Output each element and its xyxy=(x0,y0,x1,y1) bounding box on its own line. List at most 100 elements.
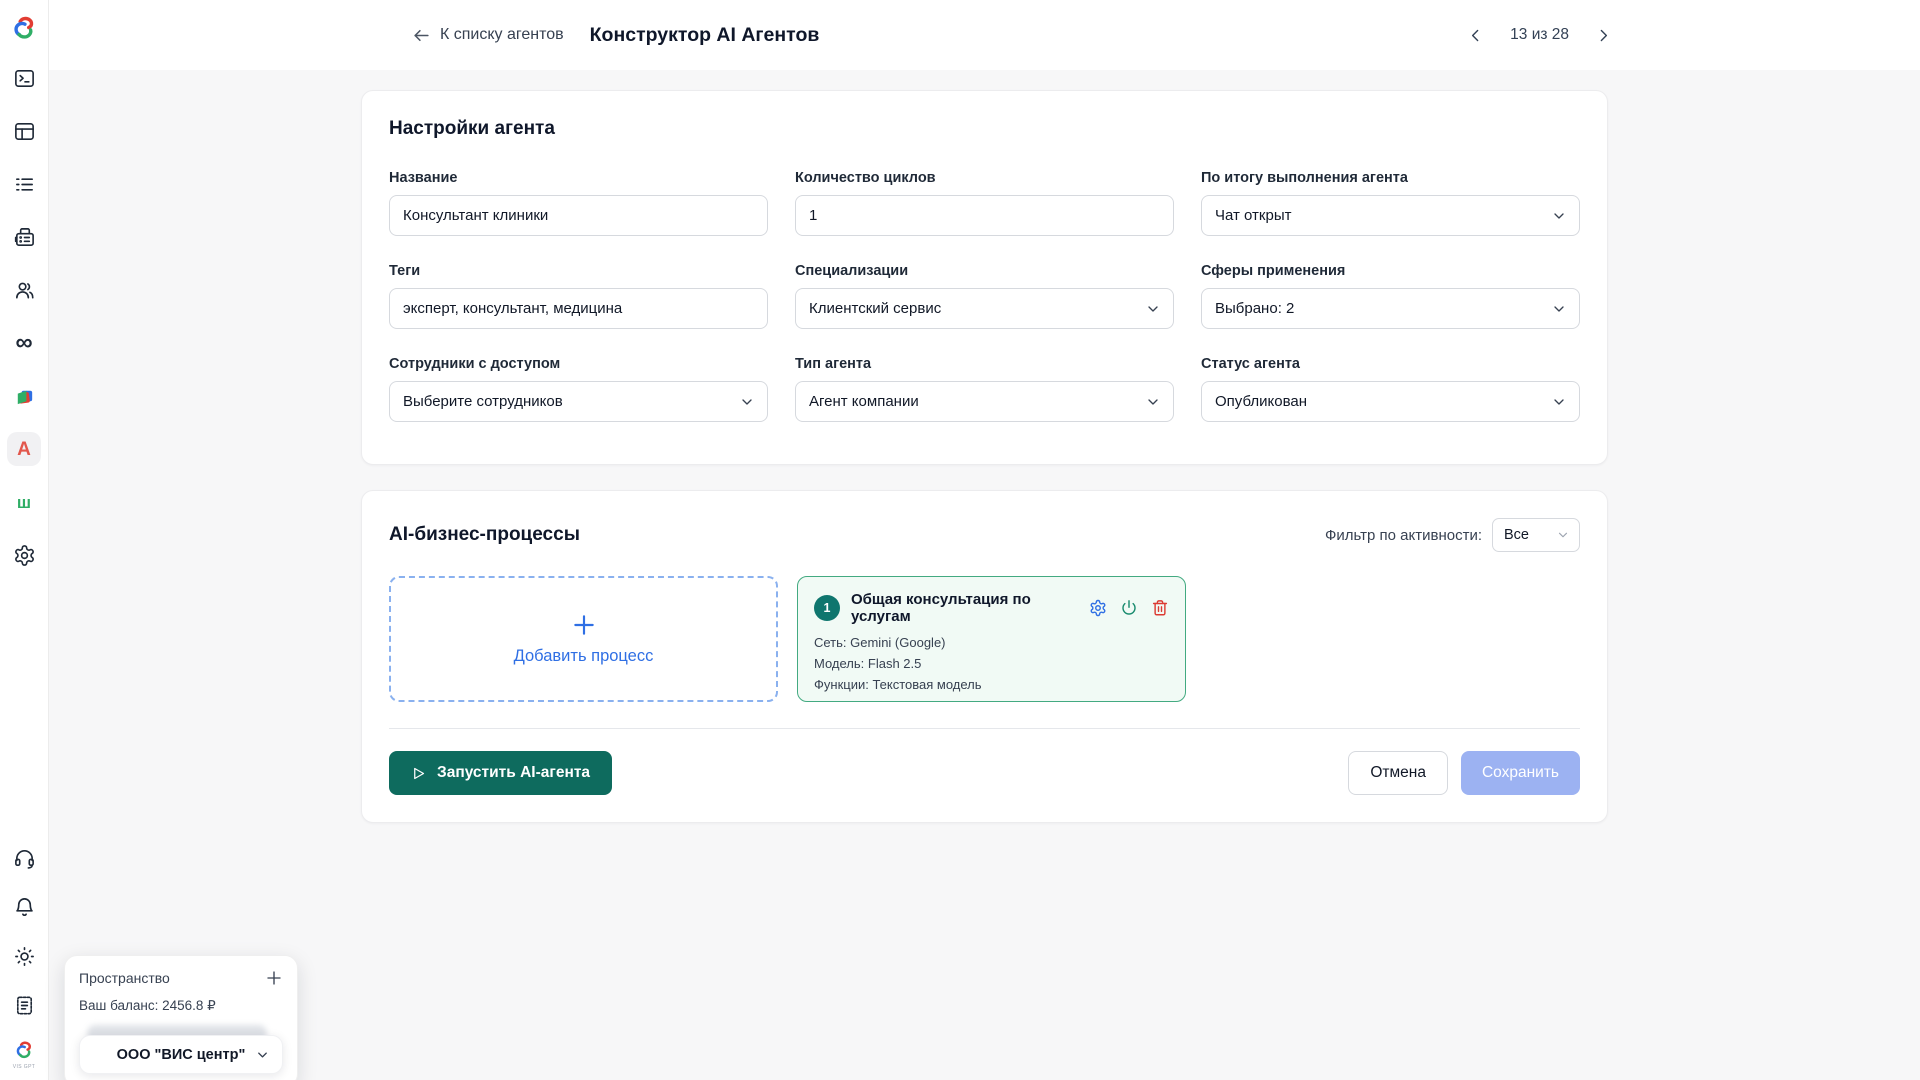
process-functions: Функции: Текстовая модель xyxy=(814,677,1169,692)
company-name: ООО "ВИС центр" xyxy=(117,1047,246,1063)
field-spheres: Сферы применения Выбрано: 2 xyxy=(1201,263,1580,329)
process-card-header: 1 Общая консультация по услугам xyxy=(814,591,1169,625)
bell-icon[interactable] xyxy=(7,890,41,924)
run-agent-button[interactable]: Запустить AI-агента xyxy=(389,751,612,795)
processes-header: AI-бизнес-процессы Фильтр по активности:… xyxy=(389,518,1580,552)
spheres-select-value: Выбрано: 2 xyxy=(1215,300,1294,317)
terminal-icon[interactable] xyxy=(7,61,41,95)
chevron-down-icon xyxy=(1551,394,1567,410)
cancel-button[interactable]: Отмена xyxy=(1348,751,1448,795)
process-delete-icon[interactable] xyxy=(1151,599,1169,617)
apps-color-icon[interactable] xyxy=(7,379,41,413)
infinity-glyph: ∞ xyxy=(15,331,32,355)
list-icon[interactable] xyxy=(7,167,41,201)
agent-status-select[interactable]: Опубликован xyxy=(1201,381,1580,422)
headset-icon[interactable] xyxy=(7,841,41,875)
chevron-left-icon[interactable] xyxy=(1467,27,1484,44)
tags-input[interactable] xyxy=(389,288,768,329)
chevron-down-icon xyxy=(1551,301,1567,317)
chevron-down-icon xyxy=(1145,301,1161,317)
chevron-down-icon xyxy=(1556,528,1570,542)
sidebar-top-icons: ∞ А ш xyxy=(7,61,41,572)
settings-title: Настройки агента xyxy=(389,118,1580,140)
play-icon xyxy=(411,766,426,781)
workspace-title: Пространство xyxy=(79,970,170,986)
agent-status-select-value: Опубликован xyxy=(1215,393,1307,410)
field-agent-status: Статус агента Опубликован xyxy=(1201,356,1580,422)
vis-gpt-label: VIS GPT xyxy=(13,1064,36,1070)
back-label: К списку агентов xyxy=(440,26,564,44)
footer-actions: Отмена Сохранить xyxy=(1348,751,1580,795)
employees-select-value: Выберите сотрудников xyxy=(403,393,563,410)
field-specialization: Специализации Клиентский сервис xyxy=(795,263,1174,329)
chevron-down-icon xyxy=(739,394,755,410)
plus-icon xyxy=(571,612,597,638)
spheres-select[interactable]: Выбрано: 2 xyxy=(1201,288,1580,329)
field-result-label: По итогу выполнения агента xyxy=(1201,170,1580,186)
field-name: Название xyxy=(389,170,768,236)
vis-gpt-logo[interactable]: VIS GPT xyxy=(11,1037,37,1070)
process-list: Добавить процесс 1 Общая консультация по… xyxy=(389,576,1580,702)
agent-type-select[interactable]: Агент компании xyxy=(795,381,1174,422)
field-result: По итогу выполнения агента Чат открыт xyxy=(1201,170,1580,236)
chevron-down-icon xyxy=(1145,394,1161,410)
sun-icon[interactable] xyxy=(7,939,41,973)
activity-filter-label: Фильтр по активности: xyxy=(1325,527,1482,544)
field-specialization-label: Специализации xyxy=(795,263,1174,279)
run-agent-label: Запустить AI-агента xyxy=(437,764,590,782)
field-name-label: Название xyxy=(389,170,768,186)
gear-icon[interactable] xyxy=(7,538,41,572)
add-process-button[interactable]: Добавить процесс xyxy=(389,576,778,702)
process-model: Модель: Flash 2.5 xyxy=(814,656,1169,671)
name-input[interactable] xyxy=(389,195,768,236)
journal-icon[interactable] xyxy=(7,988,41,1022)
add-process-label: Добавить процесс xyxy=(514,647,654,666)
page-count: 13 из 28 xyxy=(1510,26,1569,44)
field-agent-type: Тип агента Агент компании xyxy=(795,356,1174,422)
agent-type-select-value: Агент компании xyxy=(809,393,919,410)
arrow-left-icon xyxy=(412,26,431,45)
save-button[interactable]: Сохранить xyxy=(1461,751,1580,795)
sh-icon[interactable]: ш xyxy=(7,485,41,519)
result-select-value: Чат открыт xyxy=(1215,207,1292,224)
process-index-badge: 1 xyxy=(814,595,840,621)
specialization-select-value: Клиентский сервис xyxy=(809,300,941,317)
infinity-icon[interactable]: ∞ xyxy=(7,326,41,360)
fax-icon[interactable] xyxy=(7,220,41,254)
users-icon[interactable] xyxy=(7,273,41,307)
processes-title: AI-бизнес-процессы xyxy=(389,524,580,546)
table-icon[interactable] xyxy=(7,114,41,148)
footer-divider xyxy=(389,728,1580,729)
add-workspace-icon[interactable] xyxy=(265,969,283,987)
process-power-icon[interactable] xyxy=(1120,599,1138,617)
activity-filter-select[interactable]: Все xyxy=(1492,518,1580,552)
field-tags: Теги xyxy=(389,263,768,329)
back-link[interactable]: К списку агентов xyxy=(412,26,564,45)
topbar: К списку агентов Конструктор AI Агентов … xyxy=(49,0,1920,70)
field-tags-label: Теги xyxy=(389,263,768,279)
chevron-down-icon xyxy=(1551,208,1567,224)
result-select[interactable]: Чат открыт xyxy=(1201,195,1580,236)
agents-a-icon[interactable]: А xyxy=(7,432,41,466)
main-area: К списку агентов Конструктор AI Агентов … xyxy=(49,0,1920,1080)
process-settings-icon[interactable] xyxy=(1089,599,1107,617)
letter-a-glyph: А xyxy=(17,440,31,459)
process-actions xyxy=(1089,599,1169,617)
process-network: Сеть: Gemini (Google) xyxy=(814,635,1169,650)
field-employees: Сотрудники с доступом Выберите сотрудник… xyxy=(389,356,768,422)
chevron-right-icon[interactable] xyxy=(1595,27,1612,44)
workspace-panel: Пространство Ваш баланс: 2456.8 ₽ ООО "В… xyxy=(64,955,298,1080)
sidebar-bottom-icons: VIS GPT xyxy=(7,841,41,1070)
app-logo[interactable] xyxy=(7,11,41,45)
settings-form: Название Количество циклов По итогу выпо… xyxy=(389,170,1580,422)
process-title: Общая консультация по услугам xyxy=(851,591,1089,625)
cycles-input[interactable] xyxy=(795,195,1174,236)
sidebar: ∞ А ш xyxy=(0,0,49,1080)
specialization-select[interactable]: Клиентский сервис xyxy=(795,288,1174,329)
field-agent-type-label: Тип агента xyxy=(795,356,1174,372)
employees-select[interactable]: Выберите сотрудников xyxy=(389,381,768,422)
app-root: ∞ А ш xyxy=(0,0,1920,1080)
field-spheres-label: Сферы применения xyxy=(1201,263,1580,279)
company-select[interactable]: ООО "ВИС центр" xyxy=(79,1035,283,1074)
process-card[interactable]: 1 Общая консультация по услугам Сеть: Ge… xyxy=(797,576,1186,702)
